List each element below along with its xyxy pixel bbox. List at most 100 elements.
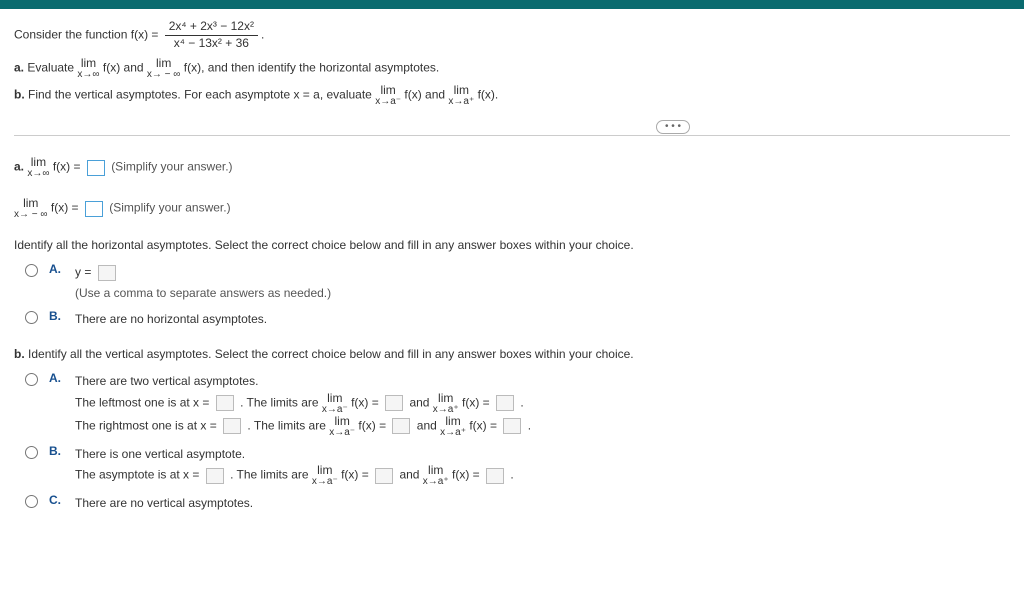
radio-vert-a[interactable]	[25, 373, 38, 386]
simplify-hint-1: (Simplify your answer.)	[111, 160, 232, 174]
part-b-label: b.	[14, 88, 25, 102]
input-vert-one-lim1[interactable]	[375, 468, 393, 484]
part-b-instr: Find the vertical asymptotes. For each a…	[28, 88, 375, 102]
problem-statement: Consider the function f(x) = 2x⁴ + 2x³ −…	[14, 19, 1010, 51]
input-vert-left-lim2[interactable]	[496, 395, 514, 411]
part-a-text: a. Evaluate lim x→∞ f(x) and lim x→ − ∞ …	[14, 57, 1010, 80]
vert-c-text: There are no vertical asymptotes.	[75, 496, 253, 510]
vert-a-l3a: The rightmost one is at x =	[75, 418, 220, 432]
lim-word: lim	[147, 57, 181, 69]
lim-word: lim	[440, 415, 466, 427]
radio-vert-b[interactable]	[25, 446, 38, 459]
input-vert-one-x[interactable]	[206, 468, 224, 484]
vert-a-l2c2: f(x) =	[462, 395, 493, 409]
lim-sub: x→a⁺	[440, 428, 466, 438]
vert-a-label: A.	[49, 371, 67, 385]
horiz-choice-b: B. There are no horizontal asymptotes.	[20, 309, 1010, 329]
more-options-button[interactable]: • • •	[656, 120, 690, 134]
vert-a-l3c: f(x) =	[358, 418, 389, 432]
input-vert-one-lim2[interactable]	[486, 468, 504, 484]
fx-eq: f(x) =	[53, 160, 84, 174]
function-fraction: 2x⁴ + 2x³ − 12x² x⁴ − 13x² + 36	[165, 19, 258, 51]
input-vert-right-lim2[interactable]	[503, 418, 521, 434]
fx-identify: f(x), and then identify the horizontal a…	[184, 61, 439, 75]
vert-intro-txt: Identify all the vertical asymptotes. Se…	[25, 347, 634, 361]
vert-and-2: and	[417, 418, 440, 432]
vert-and-3: and	[399, 468, 422, 482]
lim-word: lim	[375, 84, 401, 96]
lim-sub: x→a⁻	[375, 97, 401, 107]
part-b-text: b. Find the vertical asymptotes. For eac…	[14, 84, 1010, 107]
horiz-a-hint: (Use a comma to separate answers as need…	[75, 286, 331, 300]
vert-b-l2a: The asymptote is at x =	[75, 468, 203, 482]
fraction-denominator: x⁴ − 13x² + 36	[165, 36, 258, 52]
vert-b-label: B.	[49, 444, 67, 458]
top-bar	[0, 0, 1024, 9]
horiz-b-label: B.	[49, 309, 67, 323]
radio-vert-c[interactable]	[25, 495, 38, 508]
horiz-b-text: There are no horizontal asymptotes.	[75, 312, 267, 326]
input-limit-posinf[interactable]	[87, 160, 105, 176]
vert-a-l3b: . The limits are	[247, 418, 329, 432]
limit-neg-inf-ans: lim x→ − ∞	[14, 197, 48, 220]
period: .	[261, 27, 264, 41]
horiz-a-label: A.	[49, 262, 67, 276]
lim-am-3: lim x→a⁻	[312, 464, 338, 487]
limit-a-plus: lim x→a⁺	[448, 84, 474, 107]
lim-word: lim	[27, 156, 49, 168]
lim-word: lim	[423, 464, 449, 476]
lim-word: lim	[329, 415, 355, 427]
radio-horiz-a[interactable]	[25, 264, 38, 277]
fx-end: f(x).	[478, 88, 499, 102]
vert-choice-c: C. There are no vertical asymptotes.	[20, 493, 1010, 513]
vert-choice-a: A. There are two vertical asymptotes. Th…	[20, 371, 1010, 437]
part-a-label: a.	[14, 61, 24, 75]
limit-pos-inf: lim x→∞	[77, 57, 99, 80]
lim-sub: x→a⁺	[423, 477, 449, 487]
lim-word: lim	[448, 84, 474, 96]
answer-a-label: a.	[14, 160, 27, 174]
content-area: Consider the function f(x) = 2x⁴ + 2x³ −…	[0, 9, 1024, 530]
lim-word: lim	[14, 197, 48, 209]
vert-a-l3c2: f(x) =	[469, 418, 500, 432]
answer-a1: a. lim x→∞ f(x) = (Simplify your answer.…	[14, 156, 1010, 179]
limit-pos-inf-ans: lim x→∞	[27, 156, 49, 179]
input-horiz-y[interactable]	[98, 265, 116, 281]
vert-intro-pre: b.	[14, 347, 25, 361]
lim-ap-2: lim x→a⁺	[440, 415, 466, 438]
vert-a-l2c: f(x) =	[351, 395, 382, 409]
radio-horiz-b[interactable]	[25, 311, 38, 324]
vert-a-l2b: . The limits are	[240, 395, 322, 409]
lim-word: lim	[312, 464, 338, 476]
lim-am-2: lim x→a⁻	[329, 415, 355, 438]
lim-word: lim	[322, 392, 348, 404]
part-a-evaluate: Evaluate	[27, 61, 77, 75]
vert-choice-b: B. There is one vertical asymptote. The …	[20, 444, 1010, 487]
fx-and-2: f(x) and	[404, 88, 448, 102]
input-vert-right-lim1[interactable]	[392, 418, 410, 434]
vert-b-l2b: . The limits are	[230, 468, 312, 482]
limit-a-minus: lim x→a⁻	[375, 84, 401, 107]
input-vert-left-x[interactable]	[216, 395, 234, 411]
horiz-intro: Identify all the horizontal asymptotes. …	[14, 238, 1010, 252]
vert-end-3: .	[510, 468, 513, 482]
vert-and: and	[409, 395, 432, 409]
vert-b-l2c2: f(x) =	[452, 468, 483, 482]
input-vert-left-lim1[interactable]	[385, 395, 403, 411]
lim-am-1: lim x→a⁻	[322, 392, 348, 415]
answer-area: a. lim x→∞ f(x) = (Simplify your answer.…	[14, 156, 1010, 513]
lim-sub: x→a⁺	[448, 97, 474, 107]
input-vert-right-x[interactable]	[223, 418, 241, 434]
input-limit-neginf[interactable]	[85, 201, 103, 217]
lim-sub: x→∞	[77, 70, 99, 80]
lim-ap-3: lim x→a⁺	[423, 464, 449, 487]
fx-and-1: f(x) and	[103, 61, 147, 75]
lim-ap-1: lim x→a⁺	[433, 392, 459, 415]
horiz-choice-a: A. y = (Use a comma to separate answers …	[20, 262, 1010, 303]
lim-sub: x→a⁻	[312, 477, 338, 487]
lim-word: lim	[77, 57, 99, 69]
limit-neg-inf: lim x→ − ∞	[147, 57, 181, 80]
separator	[14, 135, 1010, 136]
lim-word: lim	[433, 392, 459, 404]
simplify-hint-2: (Simplify your answer.)	[109, 201, 230, 215]
